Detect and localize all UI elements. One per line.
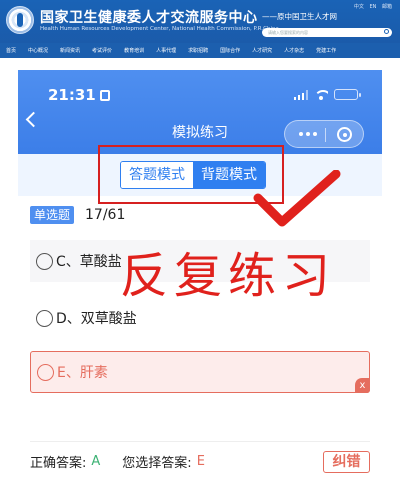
nav-item-news[interactable]: 新闻资讯 [60,47,80,54]
mail-link[interactable]: 邮箱 [382,4,392,10]
nav-item-exam[interactable]: 考试评价 [92,47,112,54]
org-subtitle: Health Human Resources Development Cente… [40,26,279,32]
site-header: 国家卫生健康委人才交流服务中心 Health Human Resources D… [0,0,400,58]
question-type-badge: 单选题 [30,206,75,224]
option-d-text: D、双草酸盐 [56,311,137,327]
search-placeholder: 请输入您要搜索的内容 [268,30,308,35]
option-c-text: C、草酸盐 [56,254,122,270]
nav-item-jobs[interactable]: 求职招聘 [188,47,208,54]
status-icons [293,89,361,100]
battery-icon [334,89,361,100]
mini-program-capsule [284,120,364,148]
emblem-logo-icon [6,6,34,34]
nav-item-home[interactable]: 首页 [6,47,16,54]
org-title: 国家卫生健康委人才交流服务中心 [40,10,258,26]
radio-icon [37,363,54,381]
phone-screen: 21:31 模拟练习 答题模式 背题模式 单选题 17/61 C、草酸盐 D、双 [18,70,382,481]
wifi-icon [314,89,328,100]
report-error-button[interactable]: 纠错 [323,451,370,473]
my-answer-value: E [196,454,205,469]
my-answer-label: 您选择答案: [122,456,192,471]
status-time-text: 21:31 [48,86,96,104]
option-e-text: E、肝素 [57,365,108,381]
capsule-divider [325,128,326,142]
phone-header: 21:31 模拟练习 [18,70,382,154]
nav-item-overview[interactable]: 中心概况 [28,47,48,54]
main-nav: 首页 中心概况 新闻资讯 考试评价 教育培训 人事代理 求职招聘 国际合作 人才… [0,43,400,58]
nav-item-research[interactable]: 人才研究 [252,47,272,54]
question-index: 17/61 [85,207,126,223]
nav-item-magazine[interactable]: 人才杂志 [284,47,304,54]
nav-item-intl[interactable]: 国际合作 [220,47,240,54]
checkmark-icon [253,170,341,227]
correct-answer-value: A [91,454,101,469]
search-input[interactable]: 请输入您要搜索的内容 [262,28,392,37]
nav-item-party[interactable]: 党建工作 [316,47,336,54]
lang-link-en[interactable]: EN [369,4,376,10]
radio-icon [36,309,53,327]
correct-answer-label: 正确答案: [30,456,87,471]
lang-links: 中文 EN 邮箱 [350,3,392,10]
notification-icon [99,90,110,101]
wrong-mark-icon: x [355,378,370,393]
close-miniprogram-icon[interactable] [337,127,352,142]
search-icon[interactable] [384,29,389,34]
status-time: 21:31 [48,86,110,104]
more-icon[interactable] [299,132,317,136]
signal-icon [293,89,308,100]
site-name: ——原中国卫生人才网 [262,12,337,21]
lang-link-zh[interactable]: 中文 [354,4,364,10]
option-e[interactable]: E、肝素 x [30,351,370,393]
overlay-caption: 反复练习 [120,248,337,304]
nav-item-training[interactable]: 教育培训 [124,47,144,54]
nav-item-personnel[interactable]: 人事代理 [156,47,176,54]
radio-icon [36,252,53,270]
answer-bar: 正确答案: A 您选择答案: E 纠错 [30,441,370,481]
